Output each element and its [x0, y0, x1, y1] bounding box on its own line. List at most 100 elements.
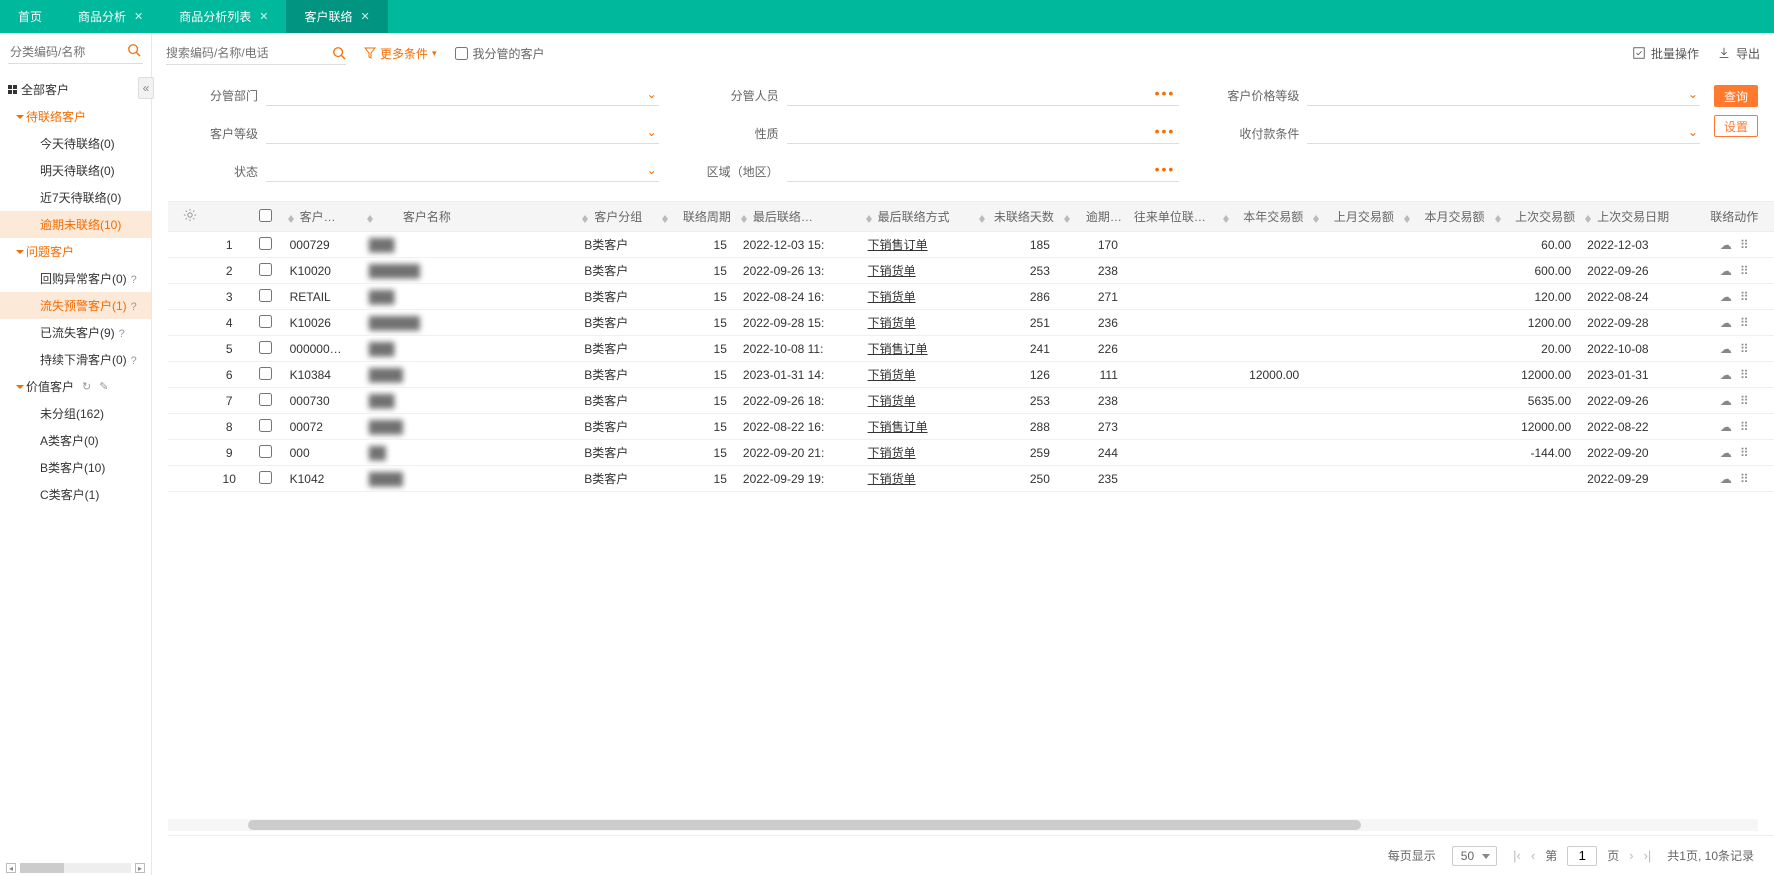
table-row[interactable]: 2K10020██████B类客户152022-09-26 13:下销货单253… — [168, 258, 1774, 284]
col-days[interactable]: 未联络天数 — [975, 202, 1060, 232]
search-icon[interactable] — [332, 46, 346, 63]
row-checkbox[interactable] — [259, 471, 272, 484]
row-checkbox[interactable] — [259, 315, 272, 328]
wechat-icon[interactable]: ☁ — [1720, 394, 1732, 408]
filter-nature-field[interactable]: ••• — [787, 122, 1180, 144]
filter-level-field[interactable]: ⌄ — [266, 122, 659, 144]
more-icon[interactable]: ⠿ — [1740, 316, 1749, 330]
cell-last-way[interactable]: 下销货单 — [862, 284, 975, 310]
col-group[interactable]: 客户分组 — [578, 202, 657, 232]
filter-price-field[interactable]: ⌄ — [1307, 84, 1700, 106]
row-checkbox[interactable] — [259, 341, 272, 354]
cell-last-way[interactable]: 下销售订单 — [862, 414, 975, 440]
row-checkbox[interactable] — [259, 289, 272, 302]
sidebar-item-class-c[interactable]: C类客户(1) — [0, 481, 151, 508]
wechat-icon[interactable]: ☁ — [1720, 472, 1732, 486]
more-icon[interactable]: ⠿ — [1740, 264, 1749, 278]
page-input[interactable] — [1567, 846, 1597, 866]
col-name[interactable]: 客户名称 — [363, 202, 578, 232]
more-icon[interactable]: ⠿ — [1740, 472, 1749, 486]
row-checkbox[interactable] — [259, 393, 272, 406]
row-checkbox[interactable] — [259, 419, 272, 432]
wechat-icon[interactable]: ☁ — [1720, 264, 1732, 278]
cell-last-way[interactable]: 下销货单 — [862, 362, 975, 388]
table-row[interactable]: 10K1042████B类客户152022-09-29 19:下销货单25023… — [168, 466, 1774, 492]
col-thism[interactable]: 本月交易额 — [1400, 202, 1491, 232]
more-icon[interactable]: ⠿ — [1740, 342, 1749, 356]
sidebar-item-tomorrow[interactable]: 明天待联络(0) — [0, 157, 151, 184]
edit-icon[interactable]: ✎ — [99, 380, 108, 393]
sidebar-item-class-a[interactable]: A类客户(0) — [0, 427, 151, 454]
search-input[interactable] — [166, 42, 346, 65]
col-check[interactable] — [247, 202, 283, 232]
sidebar-item-declining[interactable]: 持续下滑客户(0)? — [0, 346, 151, 373]
more-icon[interactable]: ⠿ — [1740, 446, 1749, 460]
col-code[interactable]: 客户… — [284, 202, 363, 232]
sidebar-item-class-b[interactable]: B类客户(10) — [0, 454, 151, 481]
refresh-icon[interactable]: ↻ — [82, 380, 91, 393]
table-row[interactable]: 4K10026██████B类客户152022-09-28 15:下销货单251… — [168, 310, 1774, 336]
tab-home[interactable]: 首页 — [0, 0, 60, 33]
filter-region-field[interactable]: ••• — [787, 160, 1180, 182]
sidebar-item-7days[interactable]: 近7天待联络(0) — [0, 184, 151, 211]
my-customers-checkbox[interactable]: 我分管的客户 — [455, 45, 545, 62]
first-page-button[interactable]: |‹ — [1513, 848, 1521, 863]
table-row[interactable]: 9000██B类客户152022-09-20 21:下销货单259244-144… — [168, 440, 1774, 466]
group-pending-contact[interactable]: 待联络客户 — [0, 103, 151, 130]
wechat-icon[interactable]: ☁ — [1720, 342, 1732, 356]
group-problem-customers[interactable]: 问题客户 — [0, 238, 151, 265]
last-page-button[interactable]: ›| — [1644, 848, 1652, 863]
cell-last-way[interactable]: 下销货单 — [862, 466, 975, 492]
more-icon[interactable]: ⠿ — [1740, 238, 1749, 252]
col-year[interactable]: 本年交易额 — [1219, 202, 1310, 232]
col-gear[interactable] — [168, 202, 211, 232]
col-lastamt[interactable]: 上次交易额 — [1491, 202, 1582, 232]
col-last-time[interactable]: 最后联络… — [737, 202, 862, 232]
sidebar-item-ungrouped[interactable]: 未分组(162) — [0, 400, 151, 427]
col-lastdate[interactable]: 上次交易日期 — [1581, 202, 1694, 232]
horizontal-scrollbar[interactable] — [168, 819, 1758, 831]
filter-payment-field[interactable]: ⌄ — [1307, 122, 1700, 144]
row-checkbox[interactable] — [259, 263, 272, 276]
cell-last-way[interactable]: 下销货单 — [862, 310, 975, 336]
prev-page-button[interactable]: ‹ — [1531, 848, 1535, 863]
more-conditions-button[interactable]: 更多条件▾ — [364, 45, 437, 62]
help-icon[interactable]: ? — [119, 328, 125, 340]
col-lastm[interactable]: 上月交易额 — [1309, 202, 1400, 232]
sidebar-item-repurchase-abnormal[interactable]: 回购异常客户(0)? — [0, 265, 151, 292]
sidebar-item-overdue[interactable]: 逾期未联络(10) — [0, 211, 151, 238]
wechat-icon[interactable]: ☁ — [1720, 420, 1732, 434]
tab-customer-contact[interactable]: 客户联络✕ — [286, 0, 387, 33]
per-page-select[interactable]: 50 — [1452, 846, 1497, 866]
more-icon[interactable]: ⠿ — [1740, 368, 1749, 382]
cell-last-way[interactable]: 下销货单 — [862, 258, 975, 284]
search-icon[interactable] — [127, 43, 141, 60]
close-icon[interactable]: ✕ — [361, 10, 370, 23]
tab-product-analysis[interactable]: 商品分析✕ — [60, 0, 161, 33]
col-overdue[interactable]: 逾期… — [1060, 202, 1128, 232]
table-row[interactable]: 800072████B类客户152022-08-22 16:下销售订单28827… — [168, 414, 1774, 440]
group-value-customers[interactable]: 价值客户 ↻ ✎ — [0, 373, 151, 400]
cell-last-way[interactable]: 下销货单 — [862, 388, 975, 414]
sidebar-scrollbar[interactable]: ◂ ▸ — [0, 861, 151, 875]
row-checkbox[interactable] — [259, 445, 272, 458]
wechat-icon[interactable]: ☁ — [1720, 446, 1732, 460]
col-cycle[interactable]: 联络周期 — [658, 202, 737, 232]
wechat-icon[interactable]: ☁ — [1720, 316, 1732, 330]
table-row[interactable]: 3RETAIL███B类客户152022-08-24 16:下销货单286271… — [168, 284, 1774, 310]
export-button[interactable]: 导出 — [1717, 45, 1760, 62]
more-icon[interactable]: ⠿ — [1740, 394, 1749, 408]
settings-button[interactable]: 设置 — [1714, 115, 1758, 137]
wechat-icon[interactable]: ☁ — [1720, 368, 1732, 382]
row-checkbox[interactable] — [259, 237, 272, 250]
cell-last-way[interactable]: 下销货单 — [862, 440, 975, 466]
batch-action-button[interactable]: 批量操作 — [1632, 45, 1699, 62]
query-button[interactable]: 查询 — [1714, 85, 1758, 107]
close-icon[interactable]: ✕ — [134, 10, 143, 23]
filter-person-field[interactable]: ••• — [787, 84, 1180, 106]
sidebar-all-customers[interactable]: 全部客户 — [0, 76, 151, 103]
row-checkbox[interactable] — [259, 367, 272, 380]
sidebar-item-churn-warning[interactable]: 流失预警客户(1)? — [0, 292, 151, 319]
next-page-button[interactable]: › — [1629, 848, 1633, 863]
more-icon[interactable]: ⠿ — [1740, 420, 1749, 434]
